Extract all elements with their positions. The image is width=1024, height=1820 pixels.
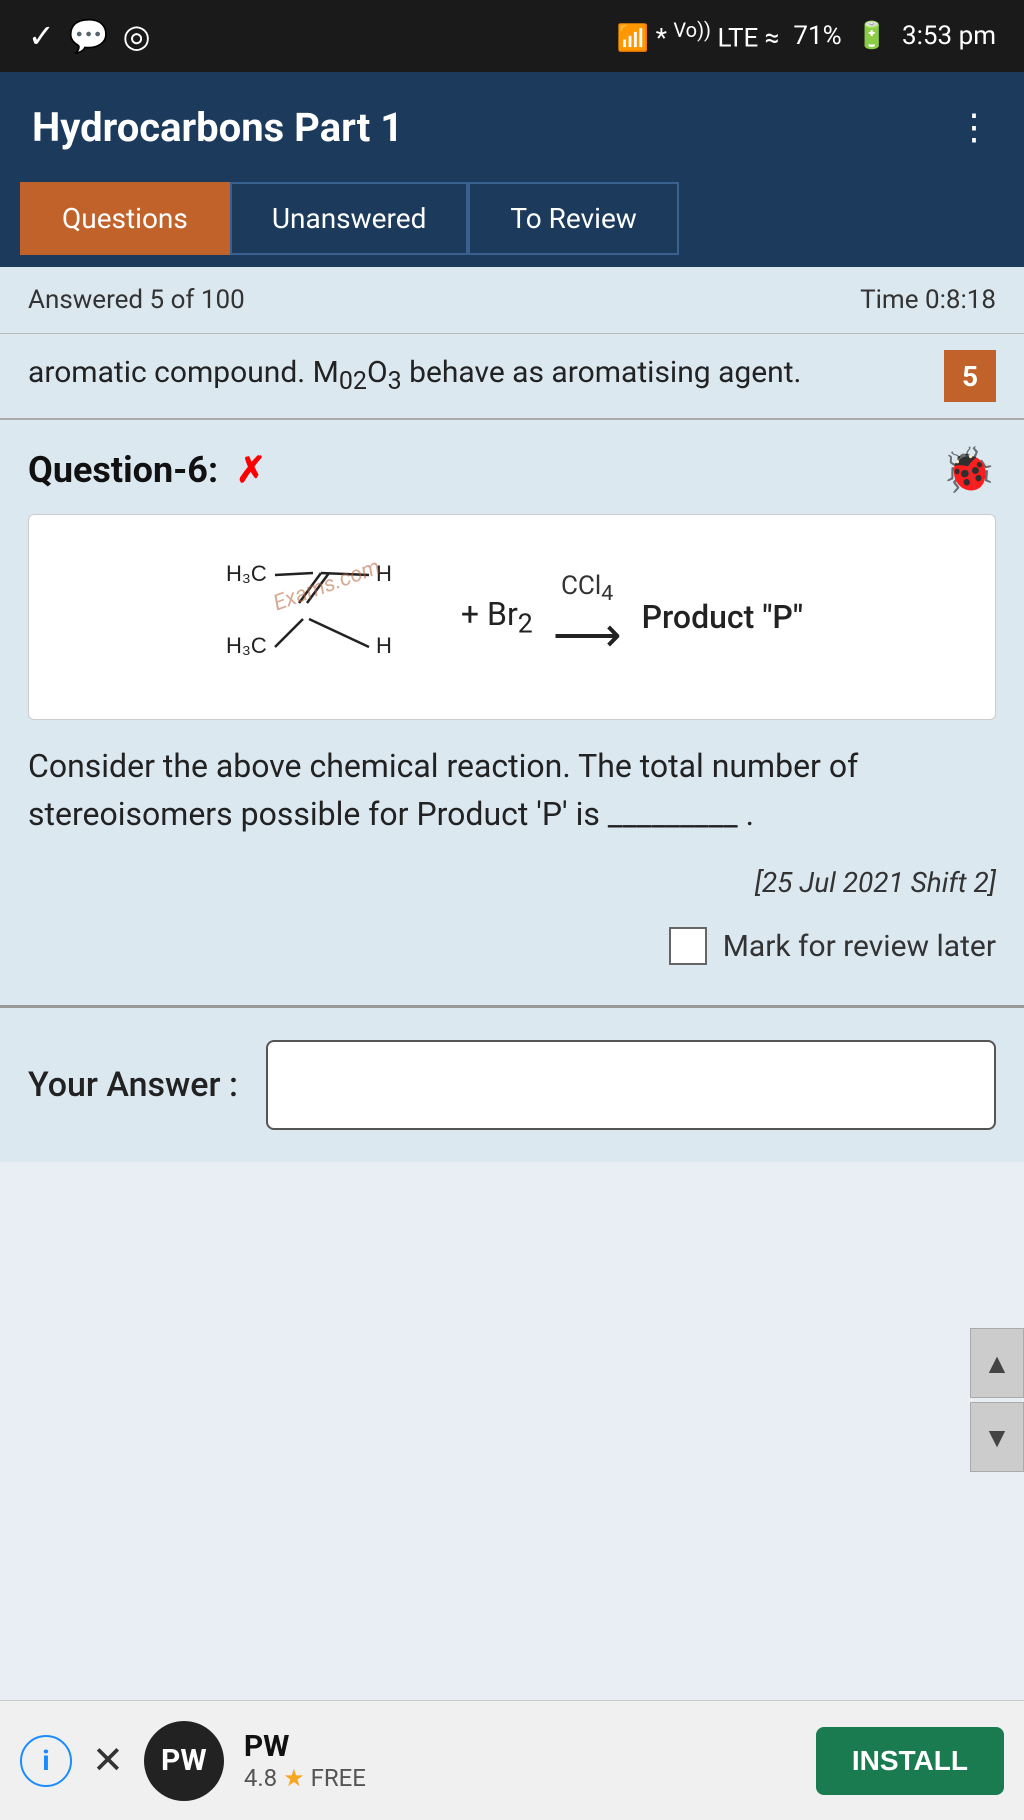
install-button[interactable]: INSTALL (816, 1727, 1004, 1795)
mark-review-label: Mark for review later (723, 929, 996, 964)
reaction-conditions: CCl4 (561, 571, 613, 606)
ad-sub-text: 4.8 ★ FREE (244, 1764, 796, 1792)
app-title: Hydrocarbons Part 1 (32, 104, 403, 151)
star-icon: ★ (283, 1764, 305, 1792)
ad-text-block: PW 4.8 ★ FREE (244, 1729, 796, 1792)
signal-icon: 📶 * Vo)) LTE ≈ (617, 18, 779, 54)
molecule-diagram: H₃C H H₃C H Exams.com (221, 543, 441, 691)
ad-app-name: PW (244, 1729, 796, 1764)
time-display: 3:53 pm (902, 21, 996, 51)
reaction-reagents: + Br2 (461, 595, 533, 639)
scroll-up-button[interactable]: ▲ (970, 1328, 1024, 1398)
reaction-product: Product "P" (642, 598, 804, 636)
reaction-arrow: ⟶ (553, 606, 622, 663)
battery-text: 71% (793, 21, 841, 51)
scroll-down-button[interactable]: ▼ (970, 1402, 1024, 1472)
message-icon: 💬 (69, 17, 109, 55)
svg-text:H: H (376, 561, 392, 586)
timer-display: Time 0:8:18 (860, 285, 996, 315)
battery-icon: 🔋 (856, 21, 888, 51)
svg-text:H: H (376, 633, 392, 658)
scroll-arrows: ▲ ▼ (970, 1328, 1024, 1472)
tab-unanswered[interactable]: Unanswered (230, 182, 469, 255)
circle-icon: ◎ (123, 17, 151, 55)
check-circle-icon: ✓ (28, 17, 55, 55)
status-right-info: 📶 * Vo)) LTE ≈ 71% 🔋 3:53 pm (617, 18, 996, 54)
status-left-icons: ✓ 💬 ◎ (28, 17, 151, 55)
question-num-badge: 5 (944, 350, 996, 402)
reaction-box: H₃C H H₃C H Exams.com (28, 514, 996, 720)
svg-text:H₃C: H₃C (226, 633, 267, 658)
answer-label: Your Answer : (28, 1065, 238, 1105)
question-header: Question-6: ✗ 🐞 (28, 444, 996, 496)
question-block: Question-6: ✗ 🐞 H₃C H H₃C H (0, 420, 1024, 1005)
answer-section: Your Answer : (0, 1008, 1024, 1162)
wrong-mark: ✗ (236, 449, 266, 491)
ad-logo: PW (144, 1721, 224, 1801)
app-header: Hydrocarbons Part 1 ⋮ (0, 72, 1024, 182)
reaction-arrow-block: CCl4 ⟶ (553, 571, 622, 663)
mark-review-checkbox[interactable] (669, 927, 707, 965)
more-options-button[interactable]: ⋮ (956, 106, 992, 148)
molecule-svg: H₃C H H₃C H (221, 543, 441, 683)
question-title: Question-6: ✗ (28, 449, 266, 491)
mark-review-row: Mark for review later (28, 927, 996, 965)
ad-info-icon[interactable]: i (20, 1735, 72, 1787)
stats-bar: Answered 5 of 100 Time 0:8:18 (0, 267, 1024, 334)
bug-icon[interactable]: 🐞 (941, 444, 996, 496)
answer-input[interactable] (266, 1040, 996, 1130)
answered-count: Answered 5 of 100 (28, 285, 245, 315)
question-text: Consider the above chemical reaction. Th… (28, 742, 996, 838)
status-bar: ✓ 💬 ◎ 📶 * Vo)) LTE ≈ 71% 🔋 3:53 pm (0, 0, 1024, 72)
prev-question-snippet: aromatic compound. M02O3 behave as aroma… (0, 334, 1024, 420)
tab-bar: Questions Unanswered To Review (0, 182, 1024, 267)
svg-text:H₃C: H₃C (226, 561, 267, 586)
ad-close-icon[interactable]: ✕ (92, 1738, 124, 1783)
prev-question-text: aromatic compound. M02O3 behave as aroma… (28, 350, 944, 401)
tab-questions[interactable]: Questions (20, 182, 230, 255)
date-reference: [25 Jul 2021 Shift 2] (28, 866, 996, 899)
tab-to-review[interactable]: To Review (468, 182, 678, 255)
ad-bar: i ✕ PW PW 4.8 ★ FREE INSTALL (0, 1700, 1024, 1820)
